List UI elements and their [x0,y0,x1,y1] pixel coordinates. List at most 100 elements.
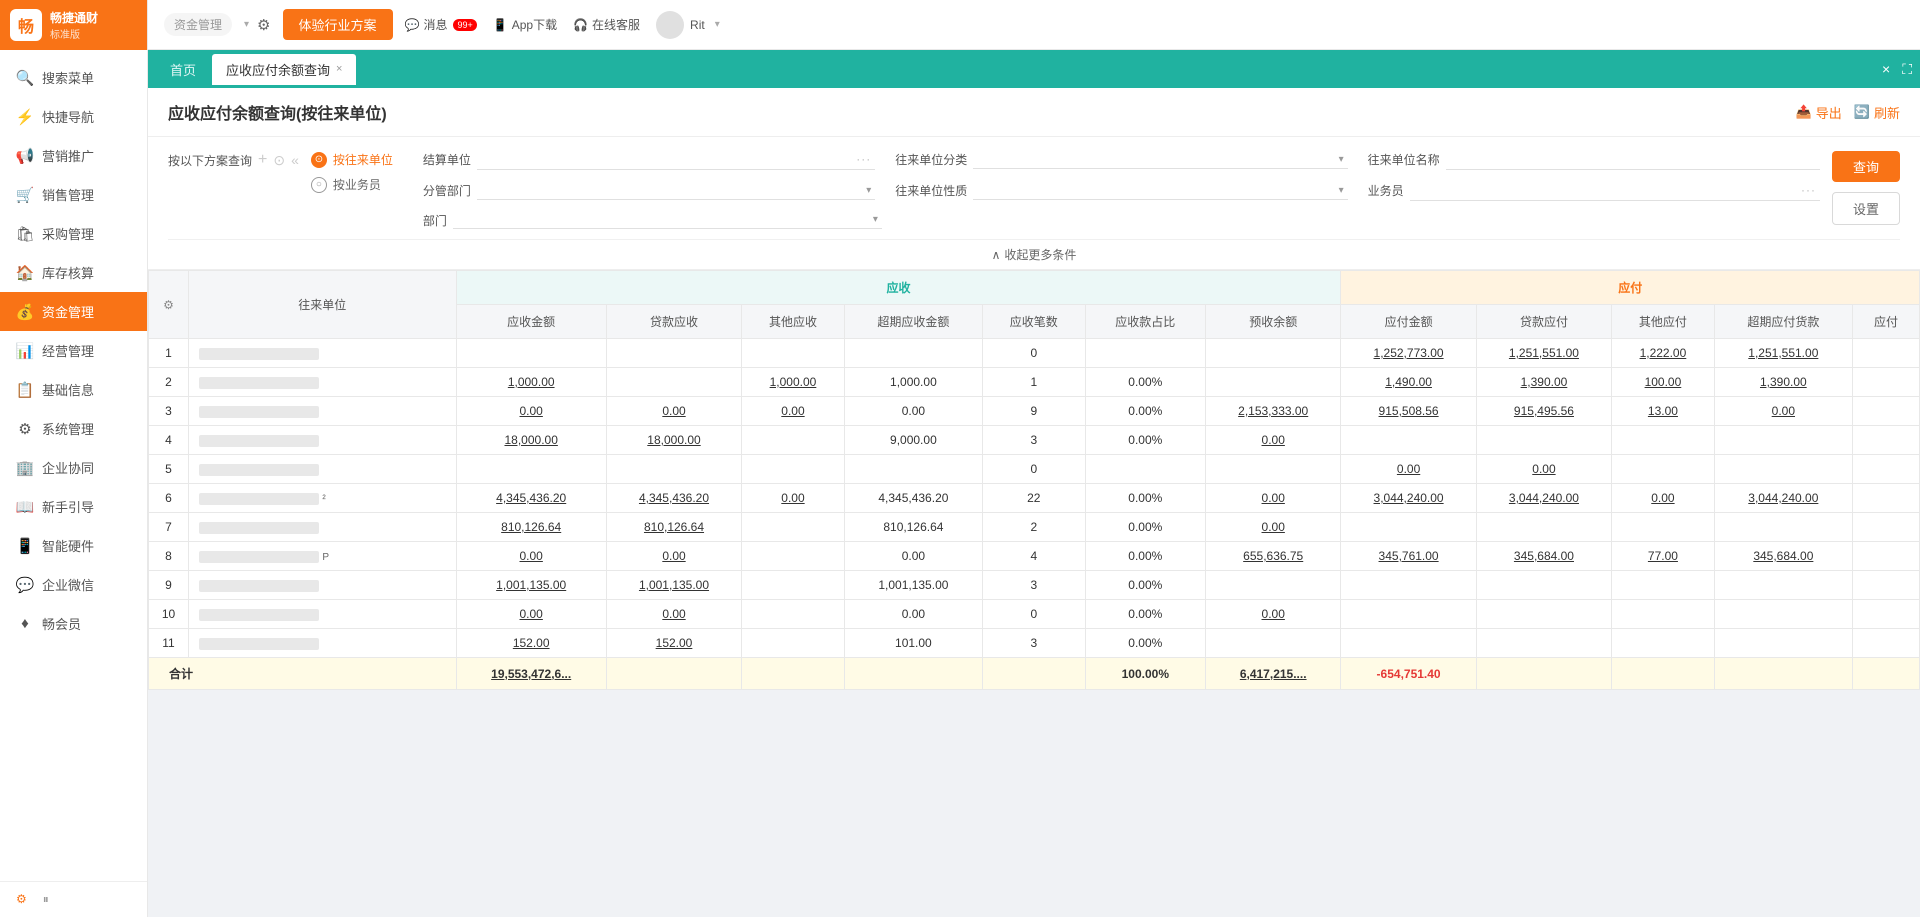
dk-ysk-cell[interactable]: 810,126.64 [606,513,741,542]
user-area[interactable]: Rit ▾ [656,11,720,39]
ysk-yu-cell[interactable]: 0.00 [1206,600,1341,629]
unit-nature-select[interactable]: ▾ [973,182,1347,200]
yf-je-cell[interactable]: 345,761.00 [1341,542,1476,571]
query-button[interactable]: 查询 [1832,151,1900,182]
sidebar-item-operations[interactable]: 📊 经营管理 [0,331,147,370]
collapse-more-button[interactable]: ∧ 收起更多条件 [992,246,1077,263]
dk-ysk-cell[interactable]: 18,000.00 [606,426,741,455]
total-ysk-je[interactable]: 19,553,472,6... [456,658,606,690]
ysk-je-cell[interactable]: 18,000.00 [456,426,606,455]
unit-name-input[interactable] [1446,149,1820,170]
ysk-je-cell[interactable]: 152.00 [456,629,606,658]
cq-yf-cell[interactable]: 345,684.00 [1714,542,1852,571]
business-person-input[interactable]: ··· [1410,180,1820,201]
ysk-je-cell[interactable]: 1,000.00 [456,368,606,397]
yf-je-cell[interactable]: 1,252,773.00 [1341,339,1476,368]
qt-yf-cell[interactable]: 77.00 [1612,542,1715,571]
sidebar-item-hardware[interactable]: 📱 智能硬件 [0,526,147,565]
ysk-yu-cell[interactable]: 0.00 [1206,426,1341,455]
qt-ysk-cell[interactable]: 1,000.00 [742,368,845,397]
ysk-je-cell[interactable]: 0.00 [456,542,606,571]
ysk-je-cell[interactable]: 1,001,135.00 [456,571,606,600]
dk-ysk-cell[interactable]: 0.00 [606,600,741,629]
total-ysk-yu[interactable]: 6,417,215.... [1206,658,1341,690]
ysk-yu-cell[interactable]: 0.00 [1206,484,1341,513]
ysk-je-cell[interactable]: 810,126.64 [456,513,606,542]
sidebar-item-wechat[interactable]: 💬 企业微信 [0,565,147,604]
collapse-sidebar-btn[interactable]: ⏸ [43,892,49,907]
yf-je-cell[interactable]: 915,508.56 [1341,397,1476,426]
jiesuan-unit-input[interactable]: ··· [477,149,875,170]
sidebar-item-shortcut[interactable]: ⚡ 快捷导航 [0,97,147,136]
sidebar-item-member[interactable]: ♦ 畅会员 [0,604,147,643]
app-download-action[interactable]: 📱 App下载 [493,16,557,33]
sidebar-item-marketing[interactable]: 📢 营销推广 [0,136,147,175]
settings-button[interactable]: 设置 [1832,192,1900,225]
sidebar-item-collab[interactable]: 🏢 企业协同 [0,448,147,487]
ysk-yu-cell[interactable]: 2,153,333.00 [1206,397,1341,426]
refresh-button[interactable]: 🔄 刷新 [1854,103,1900,122]
cq-yf-cell[interactable]: 3,044,240.00 [1714,484,1852,513]
dk-yf-cell[interactable]: 915,495.56 [1476,397,1611,426]
tab-close-icon[interactable]: × [336,63,342,75]
dk-ysk-cell[interactable]: 1,001,135.00 [606,571,741,600]
ysk-je-cell[interactable]: 4,345,436.20 [456,484,606,513]
dk-yf-cell[interactable]: 1,390.00 [1476,368,1611,397]
qt-ysk-cell[interactable]: 0.00 [742,397,845,426]
qt-yf-cell[interactable]: 1,222.00 [1612,339,1715,368]
dk-yf-cell[interactable]: 3,044,240.00 [1476,484,1611,513]
messages-action[interactable]: 💬 消息 99+ [405,16,477,33]
dept-select[interactable]: ▾ [453,211,882,229]
trial-button[interactable]: 体验行业方案 [283,9,393,40]
table-settings-icon[interactable]: ⚙ [163,298,174,312]
th-settings[interactable]: ⚙ [149,271,189,339]
fenguang-dept-select[interactable]: ▾ [477,182,875,200]
scheme-settings-icon[interactable]: ⊙ [273,152,285,169]
window-close-icon[interactable]: × [1882,61,1890,78]
ysk-yu-cell[interactable]: 0.00 [1206,513,1341,542]
dk-ysk-cell[interactable]: 0.00 [606,542,741,571]
qt-yf-cell[interactable]: 100.00 [1612,368,1715,397]
scheme-tab-salesman[interactable]: ○ 按业务员 [311,174,411,195]
topbar-settings-icon[interactable]: ⚙ [257,16,270,34]
qt-yf-cell[interactable]: 13.00 [1612,397,1715,426]
yf-je-cell[interactable]: 1,490.00 [1341,368,1476,397]
ysk-je-cell[interactable]: 0.00 [456,600,606,629]
yf-je-cell[interactable]: 3,044,240.00 [1341,484,1476,513]
sidebar-item-system[interactable]: ⚙ 系统管理 [0,409,147,448]
sidebar-item-guide[interactable]: 📖 新手引导 [0,487,147,526]
cq-yf-cell[interactable]: 0.00 [1714,397,1852,426]
settings-btn[interactable]: ⚙ [16,892,27,907]
qt-yf-cell[interactable]: 0.00 [1612,484,1715,513]
dk-ysk-cell[interactable]: 152.00 [606,629,741,658]
table-container[interactable]: ⚙ 往来单位 应收 应付 应收金额 贷款应收 其他应收 超期应收金额 应收笔数 [148,270,1920,917]
user-dropdown-arrow[interactable]: ▾ [715,19,720,30]
tab-receivable-payable[interactable]: 应收应付余额查询 × [212,54,356,85]
cq-yf-cell[interactable]: 1,390.00 [1714,368,1852,397]
cq-yf-cell[interactable]: 1,251,551.00 [1714,339,1852,368]
unit-category-select[interactable]: ▾ [973,151,1347,169]
export-button[interactable]: 📤 导出 [1796,103,1842,122]
scheme-collapse-icon[interactable]: « [291,152,299,168]
tab-home[interactable]: 首页 [156,54,210,85]
sidebar-item-search[interactable]: 🔍 搜索菜单 [0,58,147,97]
qt-ysk-cell[interactable]: 0.00 [742,484,845,513]
yf-je-cell[interactable]: 0.00 [1341,455,1476,484]
dk-ysk-cell[interactable]: 0.00 [606,397,741,426]
dk-yf-cell[interactable]: 345,684.00 [1476,542,1611,571]
dk-yf-cell[interactable]: 0.00 [1476,455,1611,484]
sidebar-item-purchase[interactable]: 🛍 采购管理 [0,214,147,253]
window-expand-icon[interactable]: ⛶ [1902,61,1912,78]
add-scheme-icon[interactable]: + [258,151,267,169]
dk-yf-cell[interactable]: 1,251,551.00 [1476,339,1611,368]
sidebar-item-sales[interactable]: 🛒 销售管理 [0,175,147,214]
online-service-action[interactable]: 🎧 在线客服 [573,16,640,33]
ysk-yu-cell[interactable]: 655,636.75 [1206,542,1341,571]
sidebar-item-inventory[interactable]: 🏠 库存核算 [0,253,147,292]
dk-ysk-cell[interactable]: 4,345,436.20 [606,484,741,513]
scheme-tab-partner[interactable]: ⊙ 按往来单位 [311,149,411,170]
sidebar-item-finance[interactable]: 💰 资金管理 [0,292,147,331]
breadcrumb-dropdown-arrow[interactable]: ▾ [244,19,249,30]
ysk-je-cell[interactable]: 0.00 [456,397,606,426]
sidebar-item-basic[interactable]: 📋 基础信息 [0,370,147,409]
